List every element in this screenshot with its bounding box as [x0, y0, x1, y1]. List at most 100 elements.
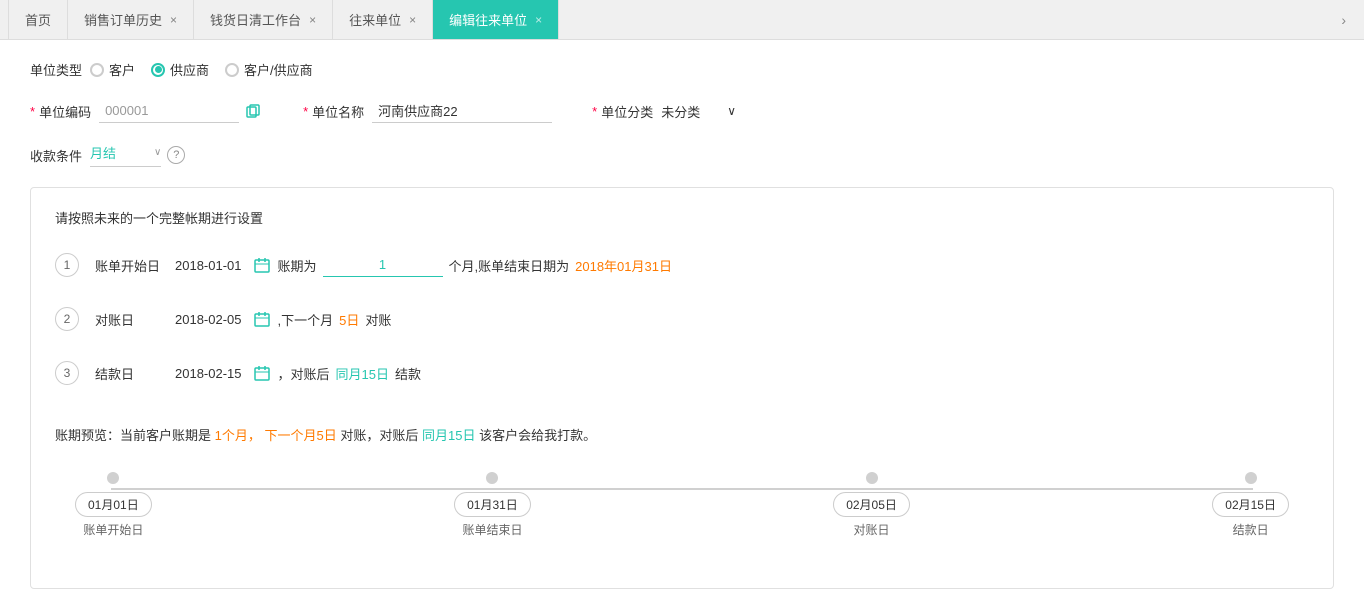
radio-customer[interactable]: 客户: [90, 60, 135, 79]
timeline-dot-4: [1245, 472, 1257, 484]
step-date-2: 2018-02-05: [175, 312, 242, 327]
classify-group: 未分类 ∨: [661, 102, 736, 121]
step-period-suffix: 个月,账单结束日期为: [449, 256, 570, 275]
timeline-label-4: 02月15日: [1212, 492, 1289, 517]
classify-required-star: *: [592, 104, 597, 119]
radio-supplier-circle: [151, 63, 165, 77]
timeline-point-1: 01月01日 账单开始日: [75, 472, 152, 538]
tab-edit-partner-close[interactable]: ×: [535, 13, 542, 27]
tab-edit-partner[interactable]: 编辑往来单位 ×: [433, 0, 559, 39]
timeline-points: 01月01日 账单开始日 01月31日 账单结束日 02月05日 对账日: [75, 472, 1289, 538]
page-content: 单位类型 客户 供应商 客户/供应商 * 单位编码 * 单位名称: [0, 40, 1364, 609]
name-required-star: *: [303, 104, 308, 119]
end-date-highlight: 2018年01月31日: [575, 256, 672, 275]
help-text: ?: [173, 149, 179, 161]
radio-supplier[interactable]: 供应商: [151, 60, 209, 79]
radio-both[interactable]: 客户/供应商: [225, 60, 313, 79]
tab-partner[interactable]: 往来单位 ×: [333, 0, 433, 39]
preview-mid2: 对账，对账后: [340, 428, 418, 443]
radio-both-label: 客户/供应商: [244, 60, 313, 79]
step-date-1: 2018-01-01: [175, 258, 242, 273]
step-label-1: 账单开始日: [95, 256, 175, 275]
radio-both-circle: [225, 63, 239, 77]
tab-cash-work-label: 钱货日清工作台: [210, 10, 301, 29]
tab-partner-label: 往来单位: [349, 10, 401, 29]
step-cal-3[interactable]: [252, 363, 272, 383]
timeline-sublabel-1: 账单开始日: [83, 521, 143, 538]
name-input[interactable]: [372, 99, 552, 123]
step2-post: 对账: [365, 310, 391, 329]
code-input[interactable]: [99, 99, 239, 123]
tab-cash-work-close[interactable]: ×: [309, 13, 316, 27]
settings-section: 请按照未来的一个完整帐期进行设置 1 账单开始日 2018-01-01 账期为 …: [30, 187, 1334, 589]
preview-label: 账期预览：当前客户账期是: [55, 428, 211, 443]
radio-customer-circle: [90, 63, 104, 77]
preview-section: 账期预览：当前客户账期是 1个月， 下一个月5日 对账，对账后 同月15日 该客…: [55, 409, 1309, 568]
timeline-point-3: 02月05日 对账日: [833, 472, 910, 538]
timeline-sublabel-4: 结款日: [1233, 521, 1269, 538]
step-label-2: 对账日: [95, 310, 175, 329]
code-copy-icon[interactable]: [243, 101, 263, 121]
unit-type-row: 单位类型 客户 供应商 客户/供应商: [30, 60, 1334, 79]
timeline-label-3: 02月05日: [833, 492, 910, 517]
step-row-3: 3 结款日 2018-02-15 ，对账后 同月15日 结款: [55, 355, 1309, 391]
radio-supplier-label: 供应商: [170, 60, 209, 79]
payment-select-group[interactable]: 月结 ∨: [90, 143, 161, 167]
timeline-point-4: 02月15日 结款日: [1212, 472, 1289, 538]
classify-label: 单位分类: [601, 102, 653, 121]
step-num-3: 3: [55, 361, 79, 385]
timeline-dot-2: [486, 472, 498, 484]
tab-sales-history-label: 销售订单历史: [84, 10, 162, 29]
code-required-star: *: [30, 104, 35, 119]
step-cal-2[interactable]: [252, 309, 272, 329]
timeline-dot-3: [866, 472, 878, 484]
tabs-bar: 首页 销售订单历史 × 钱货日清工作台 × 往来单位 × 编辑往来单位 × ›: [0, 0, 1364, 40]
payment-dropdown-arrow[interactable]: ∨: [154, 147, 161, 158]
step-row-1: 1 账单开始日 2018-01-01 账期为 个月,账单结束日期为 2018年0…: [55, 247, 1309, 283]
name-label: 单位名称: [312, 102, 364, 121]
timeline-sublabel-3: 对账日: [854, 521, 890, 538]
step2-highlight: 5日: [339, 310, 359, 329]
step-content-1: 2018-01-01 账期为 个月,账单结束日期为 2018年01月31日: [175, 253, 672, 277]
step3-pre: ，对账后: [278, 364, 330, 383]
step-cal-1[interactable]: [252, 255, 272, 275]
tab-partner-close[interactable]: ×: [409, 13, 416, 27]
step-num-2: 2: [55, 307, 79, 331]
step3-post: 结款: [395, 364, 421, 383]
timeline-label-2: 01月31日: [454, 492, 531, 517]
step3-highlight: 同月15日: [336, 364, 389, 383]
timeline-line: [111, 488, 1253, 490]
preview-period: 1个月，: [215, 428, 261, 443]
timeline-sublabel-2: 账单结束日: [462, 521, 522, 538]
classify-dropdown-arrow[interactable]: ∨: [727, 104, 736, 118]
section-title: 请按照未来的一个完整帐期进行设置: [55, 208, 1309, 227]
unit-type-label: 单位类型: [30, 60, 82, 79]
preview-suffix: 该客户会给我打款。: [479, 428, 596, 443]
step-content-3: 2018-02-15 ，对账后 同月15日 结款: [175, 363, 421, 383]
timeline-point-2: 01月31日 账单结束日: [454, 472, 531, 538]
tab-edit-partner-label: 编辑往来单位: [449, 10, 527, 29]
unit-type-radio-group: 客户 供应商 客户/供应商: [90, 60, 313, 79]
code-name-row: * 单位编码 * 单位名称 * 单位分类 未分类 ∨: [30, 99, 1334, 123]
tab-sales-history[interactable]: 销售订单历史 ×: [68, 0, 194, 39]
step2-pre: ,下一个月: [278, 310, 334, 329]
radio-customer-label: 客户: [109, 60, 135, 79]
tab-sales-history-close[interactable]: ×: [170, 13, 177, 27]
period-input[interactable]: [323, 253, 443, 277]
timeline: 01月01日 账单开始日 01月31日 账单结束日 02月05日 对账日: [55, 464, 1309, 568]
tab-cash-work[interactable]: 钱货日清工作台 ×: [194, 0, 333, 39]
timeline-label-1: 01月01日: [75, 492, 152, 517]
payment-row: 收款条件 月结 ∨ ?: [30, 143, 1334, 167]
step-row-2: 2 对账日 2018-02-05 ,下一个月 5日 对账: [55, 301, 1309, 337]
preview-end: 同月15日: [422, 428, 475, 443]
tab-more-button[interactable]: ›: [1331, 12, 1356, 28]
payment-help-icon[interactable]: ?: [167, 146, 185, 164]
code-label: 单位编码: [39, 102, 91, 121]
classify-value: 未分类: [661, 102, 721, 121]
payment-label: 收款条件: [30, 146, 82, 165]
step-period-prefix: 账期为: [278, 256, 317, 275]
step-date-3: 2018-02-15: [175, 366, 242, 381]
tab-home-label: 首页: [25, 10, 51, 29]
step-label-3: 结款日: [95, 364, 175, 383]
tab-home[interactable]: 首页: [8, 0, 68, 39]
